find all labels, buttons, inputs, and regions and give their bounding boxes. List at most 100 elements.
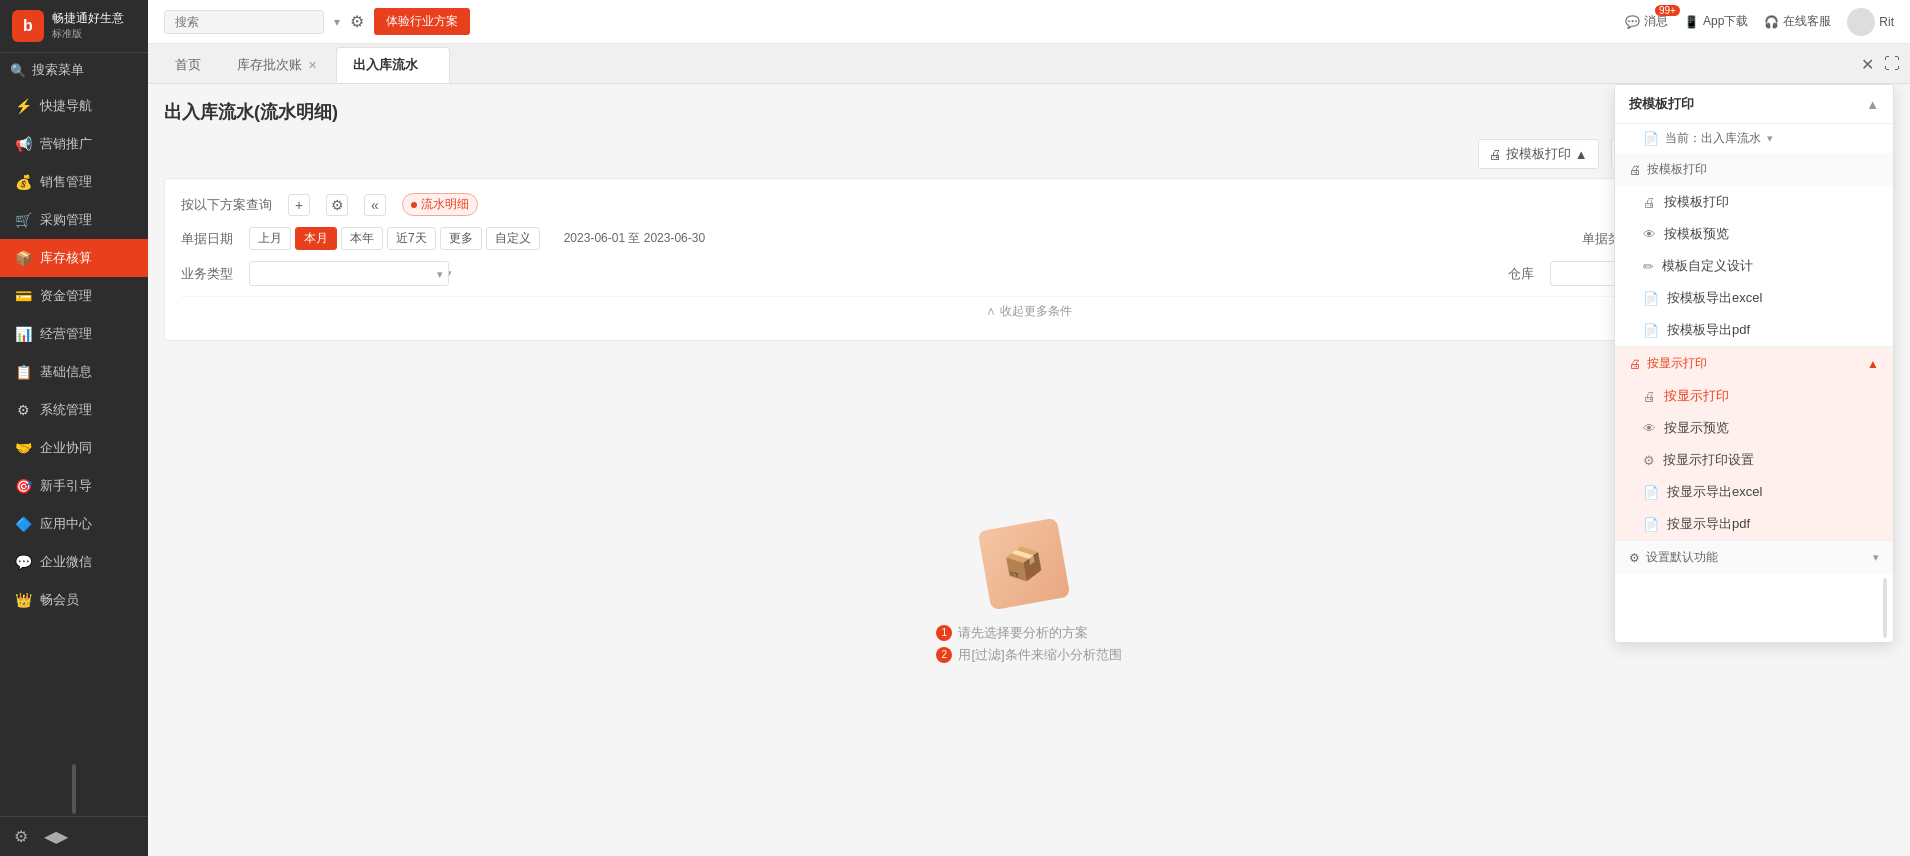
display-print-item-print[interactable]: 🖨 按显示打印 (1615, 380, 1893, 412)
date-btn-this-year[interactable]: 本年 (341, 227, 383, 250)
sidebar-item-finance[interactable]: 💳 资金管理 (0, 277, 148, 315)
filter-section-label: 按以下方案查询 (181, 196, 272, 214)
template-print-item-preview[interactable]: 👁 按模板预览 (1615, 218, 1893, 250)
page-content: 出入库流水(流水明细) 🖨 按模板打印 ▲ ↑ 导出 ↻ 刷新 查询 设置 按以… (148, 84, 1910, 856)
tab-batch[interactable]: 库存批次账 ✕ (220, 47, 334, 83)
warehouse-label: 仓库 (1508, 265, 1534, 283)
date-btn-this-month[interactable]: 本月 (295, 227, 337, 250)
display-print-section-label: 按显示打印 (1647, 355, 1707, 372)
date-buttons: 上月 本月 本年 近7天 更多 自定义 (249, 227, 540, 250)
tip-number-1: 1 (936, 625, 952, 641)
tab-batch-close-icon[interactable]: ✕ (308, 59, 317, 72)
sidebar-search[interactable]: 🔍 搜索菜单 (0, 53, 148, 87)
sidebar-item-marketing[interactable]: 📢 营销推广 (0, 125, 148, 163)
operation-icon: 📊 (14, 326, 32, 342)
sidebar-item-system[interactable]: ⚙ 系统管理 (0, 391, 148, 429)
sidebar-item-wechat[interactable]: 💬 企业微信 (0, 543, 148, 581)
app-download-button[interactable]: 📱 App下载 (1684, 13, 1748, 30)
tab-inout[interactable]: 出入库流水 ✕ (336, 47, 450, 83)
template-pdf-item-label: 按模板导出pdf (1667, 321, 1750, 339)
sales-icon: 💰 (14, 174, 32, 190)
printer-display-icon: 🖨 (1629, 357, 1641, 371)
default-section-label: 设置默认功能 (1646, 549, 1718, 566)
sidebar-item-inventory[interactable]: 📦 库存核算 (0, 239, 148, 277)
user-avatar-button[interactable]: Rit (1847, 8, 1894, 36)
filter-flow-detail-tag: 流水明细 (402, 193, 478, 216)
display-print-item-excel[interactable]: 📄 按显示导出excel (1615, 476, 1893, 508)
business-type-select-wrap (249, 261, 449, 286)
business-type-label: 业务类型 (181, 265, 233, 283)
template-print-item-design[interactable]: ✏ 模板自定义设计 (1615, 250, 1893, 282)
sidebar-item-quick-nav[interactable]: ⚡ 快捷导航 (0, 87, 148, 125)
filter-add-button[interactable]: + (288, 194, 310, 216)
template-excel-item-label: 按模板导出excel (1667, 289, 1762, 307)
sidebar-item-operation[interactable]: 📊 经营管理 (0, 315, 148, 353)
print-template-button[interactable]: 🖨 按模板打印 ▲ (1478, 139, 1599, 169)
display-print-item-preview[interactable]: 👁 按显示预览 (1615, 412, 1893, 444)
empty-face-icon: 📦 (1001, 541, 1047, 585)
avatar (1847, 8, 1875, 36)
basic-icon: 📋 (14, 364, 32, 380)
chevron-down-icon: ▾ (334, 15, 340, 29)
sidebar-item-label: 采购管理 (40, 211, 92, 229)
sidebar-item-sales[interactable]: 💰 销售管理 (0, 163, 148, 201)
default-icon: ⚙ (1629, 551, 1640, 565)
dropdown-current-item[interactable]: 📄 当前：出入库流水 ▾ (1615, 124, 1893, 153)
date-btn-7days[interactable]: 近7天 (387, 227, 436, 250)
template-design-item-label: 模板自定义设计 (1662, 257, 1753, 275)
template-print-header[interactable]: 🖨 按模板打印 (1615, 153, 1893, 186)
tab-home-label: 首页 (175, 56, 201, 74)
sidebar-settings-icon[interactable]: ⚙ (14, 827, 28, 846)
filter-settings-button[interactable]: ⚙ (326, 194, 348, 216)
template-print-section: 🖨 按模板打印 🖨 按模板打印 👁 按模板预览 ✏ 模板自定义设计 (1615, 153, 1893, 347)
design-item-icon: ✏ (1643, 259, 1654, 274)
sidebar-item-basic[interactable]: 📋 基础信息 (0, 353, 148, 391)
empty-tip-2: 2 用[过滤]条件来缩小分析范围 (936, 646, 1121, 664)
sidebar-item-label: 基础信息 (40, 363, 92, 381)
date-range-display: 2023-06-01 至 2023-06-30 (564, 230, 705, 247)
template-print-item-print[interactable]: 🖨 按模板打印 (1615, 186, 1893, 218)
tab-bar: 首页 库存批次账 ✕ 出入库流水 ✕ ✕ ⛶ (148, 44, 1910, 84)
sidebar-toggle-icon[interactable]: ◀▶ (44, 827, 68, 846)
message-button[interactable]: 💬 消息 99+ (1625, 13, 1668, 30)
default-section-header[interactable]: ⚙ 设置默认功能 ▾ (1615, 541, 1893, 574)
phone-icon: 📱 (1684, 15, 1699, 29)
gear-icon[interactable]: ⚙ (350, 12, 364, 31)
guide-icon: 🎯 (14, 478, 32, 494)
quick-nav-icon: ⚡ (14, 98, 32, 114)
template-print-item-pdf[interactable]: 📄 按模板导出pdf (1615, 314, 1893, 346)
sidebar-item-guide[interactable]: 🎯 新手引导 (0, 467, 148, 505)
industry-solution-button[interactable]: 体验行业方案 (374, 8, 470, 35)
business-type-select[interactable] (249, 261, 449, 286)
print-dropdown-panel: 按模板打印 ▲ 📄 当前：出入库流水 ▾ 🖨 按模板打印 (1614, 84, 1894, 643)
date-btn-custom[interactable]: 自定义 (486, 227, 540, 250)
tab-close-icon[interactable]: ✕ (1861, 54, 1874, 73)
sidebar-item-member[interactable]: 👑 畅会员 (0, 581, 148, 619)
preview-item-icon: 👁 (1643, 227, 1656, 242)
marketing-icon: 📢 (14, 136, 32, 152)
display-print-item-pdf[interactable]: 📄 按显示导出pdf (1615, 508, 1893, 540)
sidebar-item-collab[interactable]: 🤝 企业协同 (0, 429, 148, 467)
scroll-up-icon[interactable]: ▲ (1866, 97, 1879, 112)
tab-expand-icon[interactable]: ⛶ (1884, 55, 1900, 73)
sidebar-item-apps[interactable]: 🔷 应用中心 (0, 505, 148, 543)
app-version: 标准版 (52, 27, 124, 41)
filter-collapse-button[interactable]: « (364, 194, 386, 216)
tab-inout-close-icon[interactable]: ✕ (424, 59, 433, 72)
sidebar-item-purchase[interactable]: 🛒 采购管理 (0, 201, 148, 239)
template-print-item-excel[interactable]: 📄 按模板导出excel (1615, 282, 1893, 314)
display-print-header[interactable]: 🖨 按显示打印 ▲ (1615, 347, 1893, 380)
dropdown-header-actions: ▲ (1866, 97, 1879, 112)
online-service-button[interactable]: 🎧 在线客服 (1764, 13, 1831, 30)
date-btn-more[interactable]: 更多 (440, 227, 482, 250)
app-name: 畅捷通好生意 (52, 11, 124, 27)
date-btn-last-month[interactable]: 上月 (249, 227, 291, 250)
tab-home[interactable]: 首页 (158, 47, 218, 83)
display-print-item-settings[interactable]: ⚙ 按显示打印设置 (1615, 444, 1893, 476)
scroll-bar (1883, 578, 1887, 638)
online-service-label: 在线客服 (1783, 13, 1831, 30)
system-icon: ⚙ (14, 402, 32, 418)
sidebar-item-label: 畅会员 (40, 591, 79, 609)
global-search-input[interactable] (164, 10, 324, 34)
headset-icon: 🎧 (1764, 15, 1779, 29)
